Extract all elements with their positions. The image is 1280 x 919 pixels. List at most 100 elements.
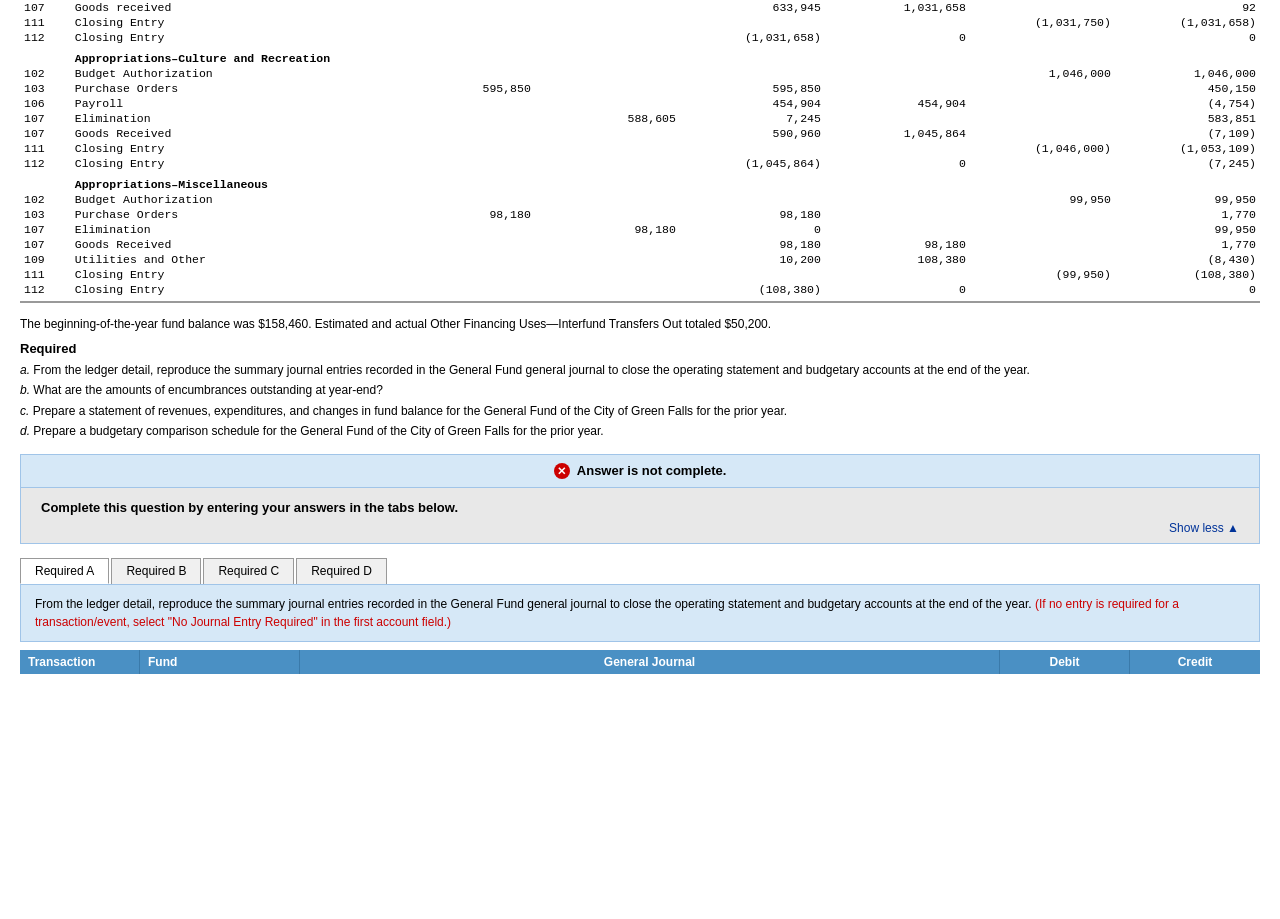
row-col3: 595,850: [680, 81, 825, 96]
row-col6: 1,770: [1115, 207, 1260, 222]
row-col6: (1,053,109): [1115, 141, 1260, 156]
row-num: 102: [20, 192, 71, 207]
row-col3: [680, 141, 825, 156]
tab-required-b[interactable]: Required B: [111, 558, 201, 584]
tab-required-d[interactable]: Required D: [296, 558, 387, 584]
tab-required-a[interactable]: Required A: [20, 558, 109, 584]
table-row: 103 Purchase Orders 98,180 98,180 1,770: [20, 207, 1260, 222]
row-col2: [535, 237, 680, 252]
col-header-debit: Debit: [1000, 650, 1130, 674]
row-num: 112: [20, 282, 71, 297]
answer-banner-text: Answer is not complete.: [577, 463, 727, 478]
row-col4: 108,380: [825, 252, 970, 267]
row-col3: [680, 192, 825, 207]
row-desc: Budget Authorization: [71, 192, 390, 207]
row-col2: [535, 81, 680, 96]
tabs-area: Required A Required B Required C Require…: [20, 558, 1260, 674]
table-row: 103 Purchase Orders 595,850 595,850 450,…: [20, 81, 1260, 96]
row-col1: 595,850: [390, 81, 535, 96]
show-less-button[interactable]: Show less ▲: [41, 521, 1239, 535]
row-col5: [970, 30, 1115, 45]
row-col5: 99,950: [970, 192, 1115, 207]
row-col3: (1,045,864): [680, 156, 825, 171]
tabs-container: Required A Required B Required C Require…: [20, 558, 1260, 584]
row-col6: 1,046,000: [1115, 66, 1260, 81]
ledger-section: 107 Goods received 633,945 1,031,658 92 …: [20, 0, 1260, 303]
row-col6: 1,770: [1115, 237, 1260, 252]
row-num: 107: [20, 126, 71, 141]
row-col2: [535, 0, 680, 15]
row-col1: [390, 192, 535, 207]
row-num: 107: [20, 0, 71, 15]
row-col4: [825, 141, 970, 156]
row-col2: [535, 192, 680, 207]
table-row: 112 Closing Entry (1,045,864) 0 (7,245): [20, 156, 1260, 171]
row-desc: Closing Entry: [71, 15, 390, 30]
row-col1: [390, 252, 535, 267]
row-num: 106: [20, 96, 71, 111]
complete-section: Complete this question by entering your …: [20, 488, 1260, 544]
row-col5: [970, 0, 1115, 15]
row-col2: [535, 252, 680, 267]
row-col5: [970, 126, 1115, 141]
ledger-table: 107 Goods received 633,945 1,031,658 92 …: [20, 0, 1260, 297]
row-num: 107: [20, 237, 71, 252]
row-col5: (99,950): [970, 267, 1115, 282]
row-col4: [825, 66, 970, 81]
row-col1: [390, 15, 535, 30]
questions-block: a. From the ledger detail, reproduce the…: [20, 360, 1260, 442]
row-col3: 633,945: [680, 0, 825, 15]
row-col2: [535, 15, 680, 30]
row-col1: [390, 156, 535, 171]
table-row: 102 Budget Authorization 1,046,000 1,046…: [20, 66, 1260, 81]
row-col1: [390, 66, 535, 81]
row-col6: (108,380): [1115, 267, 1260, 282]
row-col2: [535, 156, 680, 171]
row-col4: 1,031,658: [825, 0, 970, 15]
section-header-culture: Appropriations–Culture and Recreation: [20, 51, 1260, 66]
row-col4: [825, 267, 970, 282]
row-num: 103: [20, 207, 71, 222]
table-row: 102 Budget Authorization 99,950 99,950: [20, 192, 1260, 207]
row-desc: Goods received: [71, 0, 390, 15]
row-col6: (7,245): [1115, 156, 1260, 171]
row-col2: [535, 126, 680, 141]
row-col3: 10,200: [680, 252, 825, 267]
row-desc: Closing Entry: [71, 141, 390, 156]
row-col4: 98,180: [825, 237, 970, 252]
row-col3: 7,245: [680, 111, 825, 126]
col-header-general-journal: General Journal: [300, 650, 1000, 674]
row-desc: Elimination: [71, 222, 390, 237]
row-col6: (8,430): [1115, 252, 1260, 267]
row-col5: (1,046,000): [970, 141, 1115, 156]
tab-instruction-text: From the ledger detail, reproduce the su…: [35, 597, 1032, 611]
row-col2: [535, 141, 680, 156]
required-label: Required: [20, 341, 1260, 356]
tab-content-required-a: From the ledger detail, reproduce the su…: [20, 584, 1260, 642]
row-col5: [970, 96, 1115, 111]
row-col3: [680, 267, 825, 282]
row-num: 112: [20, 30, 71, 45]
question-b: b. What are the amounts of encumbrances …: [20, 380, 1260, 400]
row-col3: [680, 66, 825, 81]
tab-required-c[interactable]: Required C: [203, 558, 294, 584]
question-d: d. Prepare a budgetary comparison schedu…: [20, 421, 1260, 441]
row-desc: Closing Entry: [71, 282, 390, 297]
row-col5: [970, 111, 1115, 126]
row-col1: 98,180: [390, 207, 535, 222]
transaction-table-header: Transaction Fund General Journal Debit C…: [20, 650, 1260, 674]
table-row: 107 Goods Received 98,180 98,180 1,770: [20, 237, 1260, 252]
row-desc: Payroll: [71, 96, 390, 111]
table-row: 107 Elimination 98,180 0 99,950: [20, 222, 1260, 237]
table-row: 107 Goods Received 590,960 1,045,864 (7,…: [20, 126, 1260, 141]
table-row: 111 Closing Entry (1,046,000) (1,053,109…: [20, 141, 1260, 156]
table-row: 112 Closing Entry (1,031,658) 0 0: [20, 30, 1260, 45]
row-col2: [535, 96, 680, 111]
table-row: 107 Goods received 633,945 1,031,658 92: [20, 0, 1260, 15]
row-col3: 0: [680, 222, 825, 237]
row-col2: [535, 207, 680, 222]
row-col6: (1,031,658): [1115, 15, 1260, 30]
row-desc: Elimination: [71, 111, 390, 126]
row-col4: [825, 192, 970, 207]
row-col4: [825, 15, 970, 30]
